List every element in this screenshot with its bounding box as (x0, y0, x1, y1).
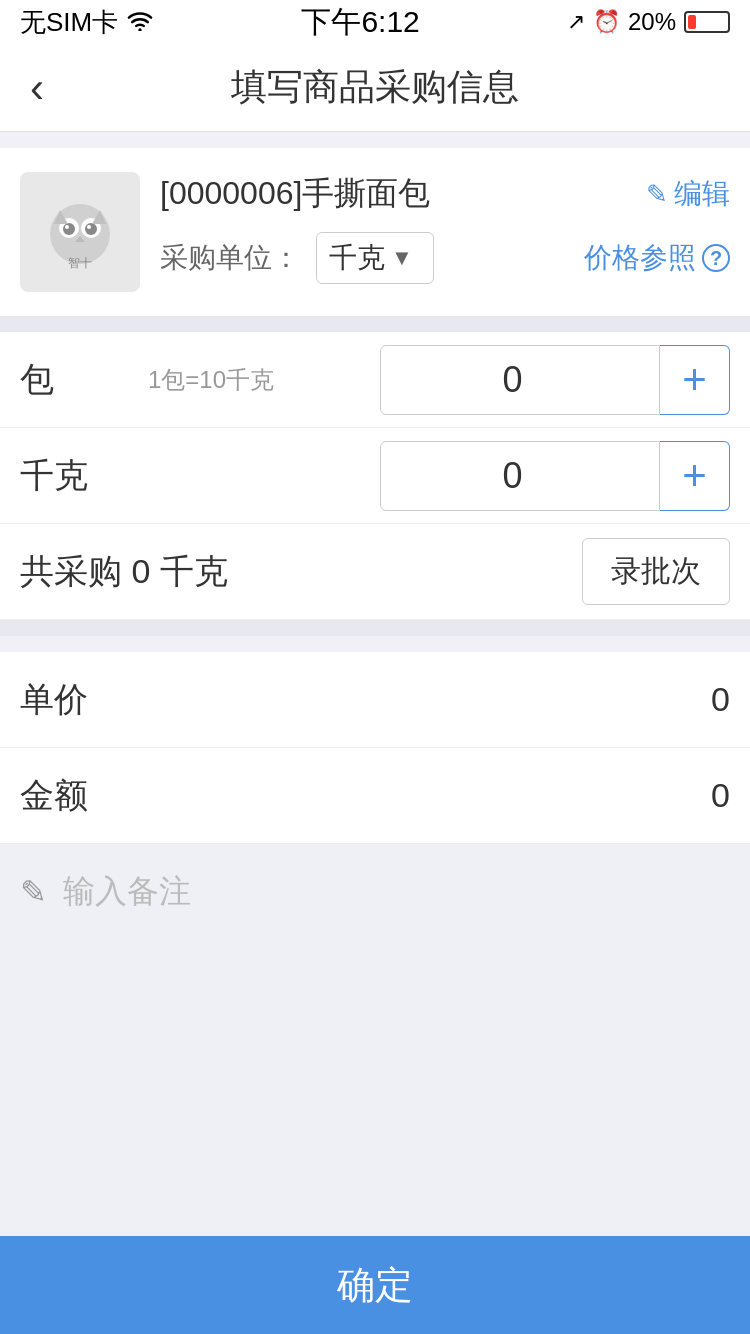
battery-percent: 20% (628, 8, 676, 36)
summary-row: 共采购 0 千克 录批次 (0, 524, 750, 620)
section-divider-1 (0, 316, 750, 332)
wifi-icon (126, 7, 154, 38)
product-placeholder-icon: 智十 (40, 192, 120, 272)
unit-select[interactable]: 千克 ▼ (316, 232, 434, 284)
svg-point-6 (65, 225, 69, 229)
battery-icon (684, 11, 730, 33)
nav-bar: ‹ 填写商品采购信息 (0, 44, 750, 132)
kg-plus-button[interactable]: + (660, 441, 730, 511)
product-name: [0000006]手撕面包 (160, 172, 430, 216)
back-button[interactable]: ‹ (20, 57, 54, 119)
section-divider-2 (0, 620, 750, 636)
confirm-button[interactable]: 确定 (0, 1236, 750, 1334)
edit-button[interactable]: ✎ 编辑 (646, 175, 730, 213)
page-title: 填写商品采购信息 (231, 63, 519, 112)
product-name-row: [0000006]手撕面包 ✎ 编辑 (160, 172, 730, 216)
remark-placeholder: 输入备注 (63, 870, 191, 914)
pencil-icon: ✎ (20, 873, 47, 911)
unit-price-row: 单价 0 (0, 652, 750, 748)
status-bar-time: 下午6:12 (301, 2, 419, 43)
svg-point-4 (63, 223, 75, 235)
price-reference-button[interactable]: 价格参照 ? (584, 239, 730, 277)
product-card: 智十 [0000006]手撕面包 ✎ 编辑 采购单位： 千克 ▼ 价格参照 ? (0, 148, 750, 316)
unit-price-value: 0 (711, 680, 730, 719)
input-section: 包 1包=10千克 + 千克 + (0, 332, 750, 524)
price-section: 单价 0 金额 0 (0, 652, 750, 844)
amount-row: 金额 0 (0, 748, 750, 844)
svg-point-0 (139, 28, 142, 31)
edit-label: 编辑 (674, 175, 730, 213)
location-icon: ↗ (567, 9, 585, 35)
bag-input-row: 包 1包=10千克 + (0, 332, 750, 428)
summary-text: 共采购 0 千克 (20, 549, 228, 595)
batch-button[interactable]: 录批次 (582, 538, 730, 605)
svg-point-7 (87, 225, 91, 229)
dropdown-arrow-icon: ▼ (391, 245, 413, 271)
kg-input-controls: + (380, 441, 730, 511)
svg-text:智十: 智十 (68, 256, 92, 270)
bag-label: 包 (20, 357, 140, 403)
svg-point-5 (85, 223, 97, 235)
status-bar-left: 无SIM卡 (20, 5, 154, 40)
kg-quantity-input[interactable] (380, 441, 660, 511)
unit-label: 采购单位： (160, 239, 300, 277)
status-bar-right: ↗ ⏰ 20% (567, 8, 730, 36)
product-image: 智十 (20, 172, 140, 292)
price-ref-label: 价格参照 (584, 239, 696, 277)
status-bar: 无SIM卡 下午6:12 ↗ ⏰ 20% (0, 0, 750, 44)
kg-label: 千克 (20, 453, 140, 499)
product-unit-row: 采购单位： 千克 ▼ 价格参照 ? (160, 232, 730, 284)
bag-sublabel: 1包=10千克 (148, 364, 274, 396)
alarm-icon: ⏰ (593, 9, 620, 35)
question-mark-icon: ? (702, 244, 730, 272)
bag-plus-button[interactable]: + (660, 345, 730, 415)
unit-value: 千克 (329, 239, 385, 277)
unit-price-label: 单价 (20, 677, 88, 723)
bag-quantity-input[interactable] (380, 345, 660, 415)
amount-value: 0 (711, 776, 730, 815)
edit-icon: ✎ (646, 179, 668, 210)
carrier-label: 无SIM卡 (20, 5, 118, 40)
bag-input-controls: + (380, 345, 730, 415)
product-info: [0000006]手撕面包 ✎ 编辑 采购单位： 千克 ▼ 价格参照 ? (160, 172, 730, 284)
kg-input-row: 千克 + (0, 428, 750, 524)
amount-label: 金额 (20, 773, 88, 819)
remark-section[interactable]: ✎ 输入备注 (0, 844, 750, 940)
